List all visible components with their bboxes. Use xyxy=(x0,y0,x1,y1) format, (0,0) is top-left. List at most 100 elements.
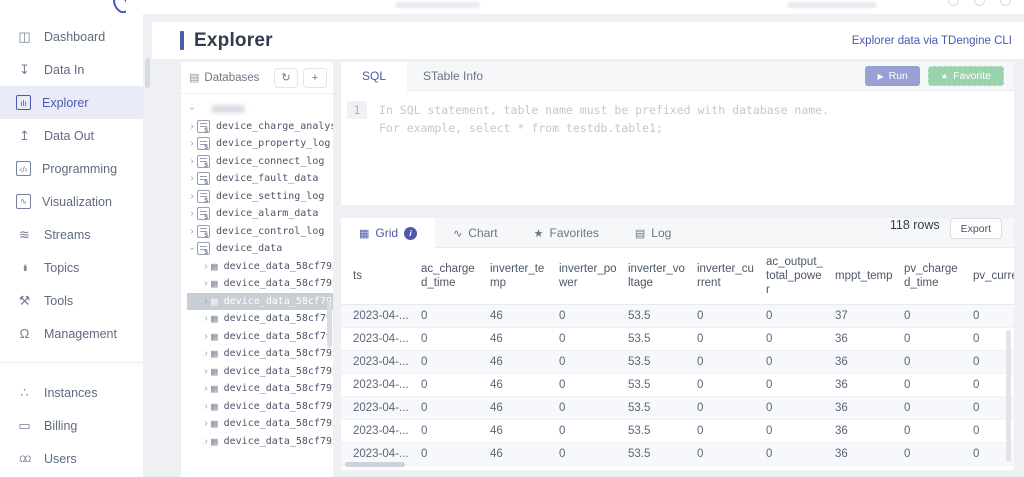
tree-table-row[interactable]: device_data_58cf792 xyxy=(187,328,333,346)
star-icon: ★ xyxy=(941,72,948,81)
tree-table-row[interactable]: device_data_58cf792 xyxy=(187,433,333,451)
tree-table-row[interactable]: device_data_58cf792 xyxy=(187,345,333,363)
table-cell: 0 xyxy=(421,425,490,437)
sidebar-item-label: Instances xyxy=(44,386,98,400)
results-tab[interactable]: ∿ Chart xyxy=(435,218,516,248)
tree-table-row[interactable]: device_data_58cf791 xyxy=(187,310,333,328)
column-header: inverter_temp xyxy=(490,262,559,290)
add-database-button[interactable]: + xyxy=(303,68,327,88)
table-vertical-scrollbar[interactable] xyxy=(1006,330,1011,462)
table-cell: 36 xyxy=(835,402,904,414)
results-tab[interactable]: ★ Favorites xyxy=(516,218,617,248)
table-cell: 46 xyxy=(490,379,559,391)
tree-table-row[interactable]: device_data_58cf791 xyxy=(187,398,333,416)
table-cell: 0 xyxy=(766,425,835,437)
table-name: device_data_58cf792 xyxy=(224,436,333,447)
tree-stable-row[interactable]: device_data xyxy=(187,240,333,258)
caret-icon xyxy=(201,331,211,342)
stable-name: device_fault_data xyxy=(216,173,318,184)
tree-stable-row[interactable]: device_property_log xyxy=(187,135,333,153)
refresh-button[interactable]: ↻ xyxy=(274,68,298,88)
databases-selector[interactable]: Databases xyxy=(204,72,269,84)
tree-table-row[interactable]: device_data_58cf792 xyxy=(187,363,333,381)
table-row[interactable]: 2023-04-... 0 46 0 53.5 0 0 36 0 0 xyxy=(341,420,1014,443)
tree-stable-row[interactable]: device_setting_log xyxy=(187,188,333,206)
table-cell: 0 xyxy=(421,379,490,391)
table-icon xyxy=(211,365,218,378)
sidebar-item[interactable]: ▭ Billing xyxy=(0,409,143,442)
topbar-icon-fragment[interactable] xyxy=(974,0,985,6)
sidebar-item[interactable]: Ω Management xyxy=(0,317,143,350)
tree-database-row[interactable] xyxy=(187,100,333,118)
table-cell: 0 xyxy=(697,356,766,368)
topbar-icon-fragment[interactable] xyxy=(1000,0,1011,6)
table-cell: 53.5 xyxy=(628,448,697,460)
table-name: device_data_58cf792 xyxy=(224,366,333,377)
run-button[interactable]: ▶ Run xyxy=(865,66,919,86)
page-title: Explorer xyxy=(194,30,273,52)
table-cell: 36 xyxy=(835,333,904,345)
favorite-button[interactable]: ★ Favorite xyxy=(928,66,1004,86)
sidebar-item[interactable]: ∴ Instances xyxy=(0,376,143,409)
tab-icon: ▤ xyxy=(635,227,645,240)
table-row[interactable]: 2023-04-... 0 46 0 53.5 0 0 36 0 0 xyxy=(341,351,1014,374)
sidebar-item[interactable]: ≋ Streams xyxy=(0,218,143,251)
table-cell: 2023-04-... xyxy=(353,402,421,414)
tree-table-row[interactable]: device_data_58cf791 xyxy=(187,293,333,311)
table-cell: 46 xyxy=(490,448,559,460)
sidebar-item[interactable]: ılı Explorer xyxy=(0,86,143,119)
sql-editor[interactable]: 1 In SQL statement, table name must be p… xyxy=(341,91,1014,204)
results-tab[interactable]: ▤ Log xyxy=(617,218,689,248)
sql-panel-tab[interactable]: STable Info xyxy=(407,62,499,91)
table-cell: 0 xyxy=(559,448,628,460)
tab-label: Favorites xyxy=(550,226,599,240)
tree-stable-row[interactable]: device_control_log xyxy=(187,223,333,241)
sql-panel-tab[interactable]: SQL xyxy=(341,62,407,91)
table-horizontal-scrollbar[interactable] xyxy=(345,462,405,467)
table-name: device_data_58cf792 xyxy=(224,383,333,394)
table-icon xyxy=(211,400,218,413)
sidebar-item[interactable]: ⚒ Tools xyxy=(0,284,143,317)
table-row[interactable]: 2023-04-... 0 46 0 53.5 0 0 36 0 0 xyxy=(341,328,1014,351)
tree-stable-row[interactable]: device_fault_data xyxy=(187,170,333,188)
table-icon xyxy=(211,382,218,395)
sidebar-item[interactable]: ıllı Topics xyxy=(0,251,143,284)
tab-label: STable Info xyxy=(423,69,483,83)
placeholder-line: For example, select * from testdb.table1… xyxy=(379,119,829,137)
table-row[interactable]: 2023-04-... 0 46 0 53.5 0 0 36 0 0 xyxy=(341,443,1014,466)
sidebar-item-icon: ∴ xyxy=(16,385,33,400)
title-accent-bar xyxy=(180,31,184,50)
table-cell: 46 xyxy=(490,333,559,345)
sidebar-item[interactable]: ΩΩ Users xyxy=(0,442,143,475)
table-icon xyxy=(211,277,218,290)
tree-table-row[interactable]: device_data_58cf792 xyxy=(187,258,333,276)
table-row[interactable]: 2023-04-... 0 46 0 53.5 0 0 36 0 0 xyxy=(341,397,1014,420)
tree-table-row[interactable]: device_data_58cf792 xyxy=(187,380,333,398)
tree-table-row[interactable]: device_data_58cf792 xyxy=(187,275,333,293)
explorer-cli-link[interactable]: Explorer data via TDengine CLI xyxy=(852,35,1012,47)
table-cell: 2023-04-... xyxy=(353,425,421,437)
sidebar-item-icon: ↧ xyxy=(16,62,33,77)
sidebar-item[interactable]: ∿ Visualization xyxy=(0,185,143,218)
tree-table-row[interactable]: device_data_58cf792 xyxy=(187,415,333,433)
results-tab[interactable]: ▦ Grid i xyxy=(341,218,435,248)
sidebar-item[interactable]: ↧ Data In xyxy=(0,53,143,86)
table-row[interactable]: 2023-04-... 0 46 0 53.5 0 0 37 0 0 xyxy=(341,305,1014,328)
table-cell: 0 xyxy=(421,310,490,322)
table-cell: 36 xyxy=(835,356,904,368)
table-row[interactable]: 2023-04-... 0 46 0 53.5 0 0 36 0 0 xyxy=(341,374,1014,397)
topbar-icon-fragment[interactable] xyxy=(948,0,959,6)
database-icon: ▤ xyxy=(189,71,199,84)
sidebar-item[interactable]: ↥ Data Out xyxy=(0,119,143,152)
caret-icon xyxy=(201,261,211,272)
tree-stable-row[interactable]: device_connect_log xyxy=(187,153,333,171)
tree-stable-row[interactable]: device_alarm_data xyxy=(187,205,333,223)
sidebar-item[interactable]: ◫ Dashboard xyxy=(0,20,143,53)
caret-icon xyxy=(201,366,211,377)
export-button[interactable]: Export xyxy=(950,218,1002,239)
sidebar-item[interactable]: ‹/› Programming xyxy=(0,152,143,185)
sidebar-scrollbar[interactable] xyxy=(145,58,150,88)
column-header: ac_output_total_power xyxy=(766,255,835,297)
tree-scrollbar[interactable] xyxy=(327,300,332,348)
tree-stable-row[interactable]: device_charge_analysis xyxy=(187,118,333,136)
